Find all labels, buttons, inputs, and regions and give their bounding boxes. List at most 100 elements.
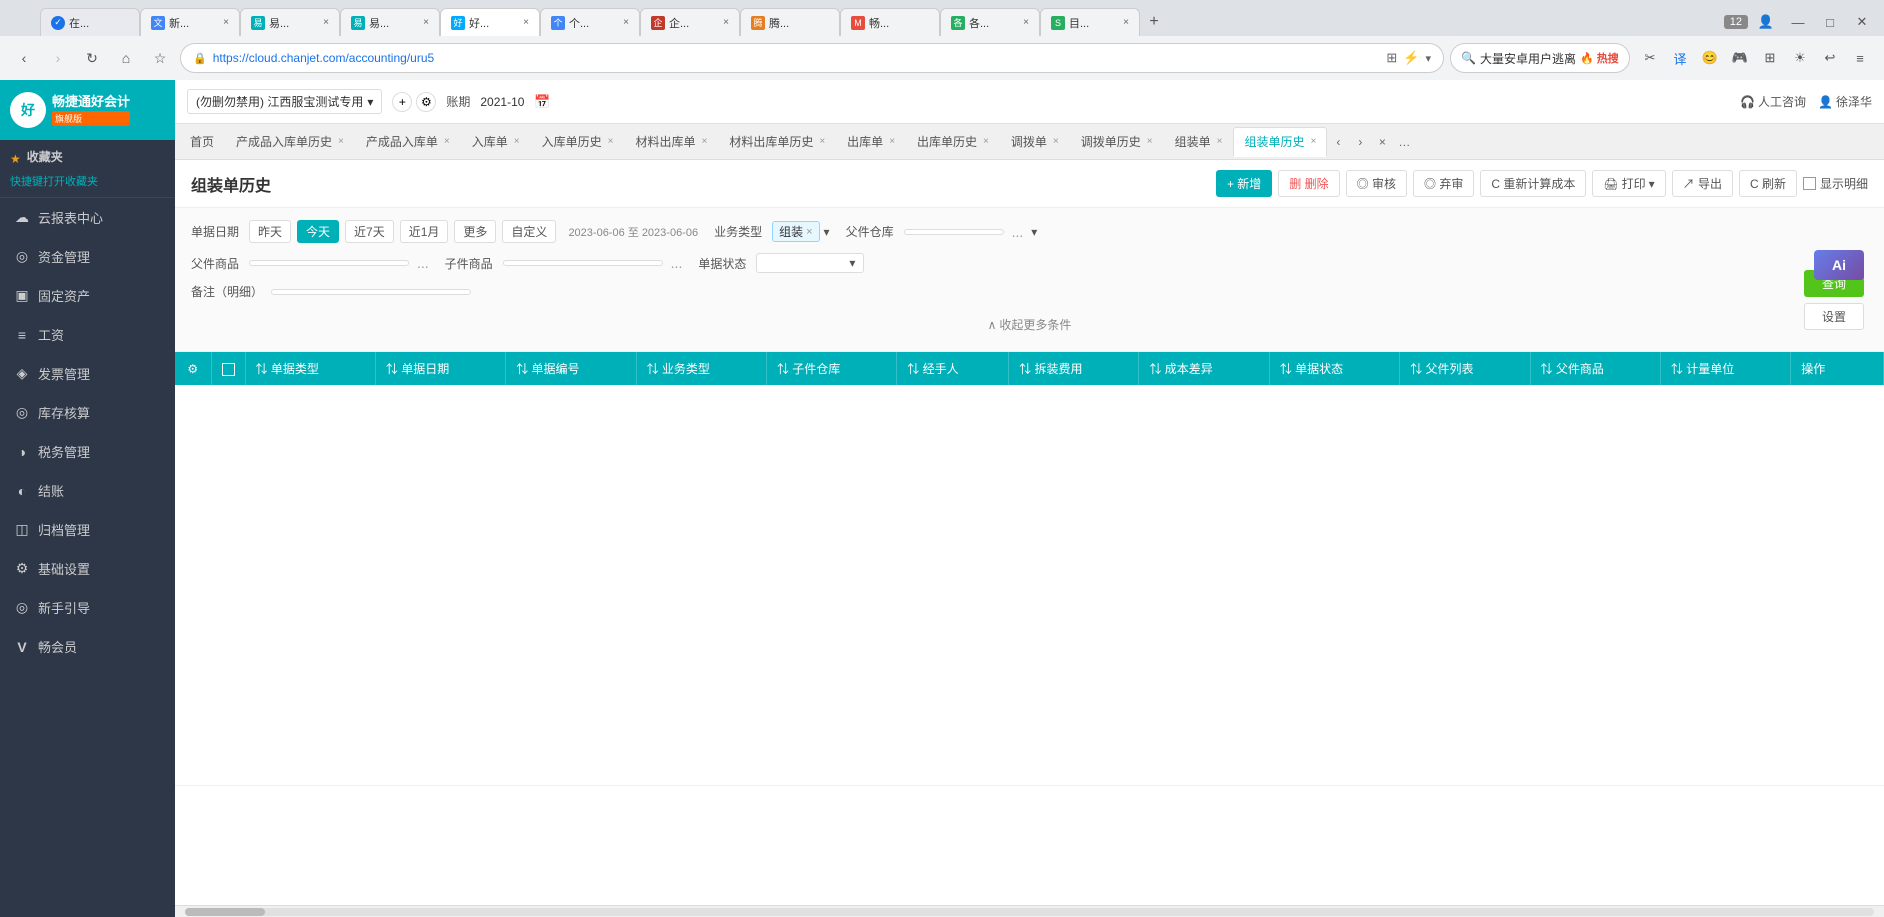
- th-handler[interactable]: ⇅ 经手人: [897, 352, 1009, 385]
- th-parent-goods[interactable]: ⇅ 父件商品: [1530, 352, 1660, 385]
- qr-icon[interactable]: ⊞: [1386, 50, 1397, 66]
- sidebar-item-guidang[interactable]: ◫ 归档管理: [0, 510, 175, 549]
- sidebar-item-xinshou[interactable]: ◎ 新手引导: [0, 588, 175, 627]
- th-biz-type[interactable]: ⇅ 业务类型: [636, 352, 766, 385]
- tab-close-chanpin-ruku[interactable]: ×: [444, 136, 450, 147]
- tab-close-cailiao-chuku-ls[interactable]: ×: [819, 136, 825, 147]
- th-disassemble-fee[interactable]: ⇅ 拆装费用: [1009, 352, 1139, 385]
- th-type[interactable]: ⇅ 单据类型: [245, 352, 375, 385]
- parent-goods-input[interactable]: [249, 260, 409, 266]
- tab-close-8[interactable]: ×: [523, 17, 529, 28]
- app-tab-cailiao-chuku-ls[interactable]: 材料出库单历史 ×: [718, 127, 836, 157]
- browser-tab-5[interactable]: 个 个... ×: [540, 8, 640, 36]
- address-bar[interactable]: 🔒 https://cloud.chanjet.com/accounting/u…: [180, 43, 1444, 73]
- add-button[interactable]: +: [392, 92, 412, 112]
- tab-more[interactable]: …: [1393, 131, 1415, 153]
- parent-wh-more[interactable]: ...: [1012, 224, 1024, 240]
- th-settings[interactable]: ⚙: [175, 352, 211, 385]
- new-tab-button[interactable]: +: [1140, 8, 1168, 36]
- th-parent-list[interactable]: ⇅ 父件列表: [1400, 352, 1530, 385]
- sidebar-item-gongzi[interactable]: ≡ 工资: [0, 315, 175, 354]
- date-yesterday[interactable]: 昨天: [249, 220, 291, 243]
- lightning-icon[interactable]: ⚡: [1403, 50, 1419, 66]
- th-bill-status[interactable]: ⇅ 单据状态: [1269, 352, 1399, 385]
- sidebar-item-shiwu[interactable]: ◑ 税务管理: [0, 432, 175, 471]
- status-select[interactable]: ▾: [756, 253, 864, 273]
- app-tab-cailiao-chuku[interactable]: 材料出库单 ×: [624, 127, 718, 157]
- minimize-icon[interactable]: —: [1784, 8, 1812, 36]
- parent-goods-dots[interactable]: ...: [417, 255, 429, 271]
- approve-button[interactable]: ◎ 审核: [1346, 170, 1407, 197]
- tab-close-5[interactable]: ×: [623, 17, 629, 28]
- delete-button[interactable]: 删 删除: [1278, 170, 1339, 197]
- collapse-button[interactable]: ∧ 收起更多条件: [191, 310, 1868, 339]
- company-selector[interactable]: (勿删勿禁用) 江西服宝测试专用 ▾: [187, 89, 382, 114]
- star-button[interactable]: ☆: [146, 44, 174, 72]
- tab-scroll-right[interactable]: ›: [1349, 131, 1371, 153]
- th-number[interactable]: ⇅ 单据编号: [506, 352, 636, 385]
- date-7days[interactable]: 近7天: [345, 220, 394, 243]
- date-more[interactable]: 更多: [454, 220, 496, 243]
- tab-close-6[interactable]: ×: [723, 17, 729, 28]
- service-button[interactable]: 🎧 人工咨询: [1740, 93, 1806, 110]
- browser-tab-4[interactable]: 易 易... ×: [340, 8, 440, 36]
- child-goods-input[interactable]: [503, 260, 663, 266]
- browser-tab-6[interactable]: 企 企... ×: [640, 8, 740, 36]
- tab-close-chuku[interactable]: ×: [889, 136, 895, 147]
- tab-close-11[interactable]: ×: [1023, 17, 1029, 28]
- refresh-button[interactable]: ↻: [78, 44, 106, 72]
- tab-close-all[interactable]: ×: [1371, 131, 1393, 153]
- date-today[interactable]: 今天: [297, 220, 339, 243]
- sidebar-item-guding[interactable]: ▣ 固定资产: [0, 276, 175, 315]
- query-settings-button[interactable]: 设置: [1804, 303, 1864, 330]
- cut-icon[interactable]: ✂: [1636, 44, 1664, 72]
- favorites-sub[interactable]: 快捷键打开收藏夹: [10, 173, 165, 189]
- back-button[interactable]: ‹: [10, 44, 38, 72]
- browser-tab-2[interactable]: 文 新... ×: [140, 8, 240, 36]
- app-tab-chanpin-ruku[interactable]: 产成品入库单 ×: [355, 127, 461, 157]
- game-icon[interactable]: 🎮: [1726, 44, 1754, 72]
- scroll-track[interactable]: [185, 908, 1874, 916]
- scroll-thumb[interactable]: [185, 908, 265, 916]
- tab-close-4[interactable]: ×: [423, 17, 429, 28]
- tab-close-ruku-ls[interactable]: ×: [608, 136, 614, 147]
- parent-wh-dropdown[interactable]: ▾: [1031, 225, 1037, 239]
- select-all-checkbox[interactable]: [222, 363, 235, 376]
- maximize-icon[interactable]: □: [1816, 8, 1844, 36]
- sidebar-item-jiezhang[interactable]: ◐ 结账: [0, 471, 175, 510]
- browser-tab-12[interactable]: S 目... ×: [1040, 8, 1140, 36]
- child-goods-dots[interactable]: ...: [671, 255, 683, 271]
- browser-tab-10[interactable]: M 畅...: [840, 8, 940, 36]
- emoji-icon[interactable]: 😊: [1696, 44, 1724, 72]
- app-tab-zuzhuang-ls[interactable]: 组装单历史 ×: [1233, 127, 1327, 157]
- export-button[interactable]: ↗ 导出: [1672, 170, 1733, 197]
- app-tab-zuzhuang[interactable]: 组装单 ×: [1164, 127, 1234, 157]
- browser-tab-8[interactable]: 好 好... ×: [440, 8, 540, 36]
- app-tab-home[interactable]: 首页: [179, 127, 225, 157]
- forward-button[interactable]: ›: [44, 44, 72, 72]
- tab-close-3[interactable]: ×: [323, 17, 329, 28]
- sidebar-item-kucun[interactable]: ◎ 库存核算: [0, 393, 175, 432]
- note-input[interactable]: [271, 289, 471, 295]
- sidebar-item-huiyuan[interactable]: V 畅会员: [0, 627, 175, 666]
- app-tab-tiaopan-ls[interactable]: 调拨单历史 ×: [1070, 127, 1164, 157]
- app-tab-chuku-ls[interactable]: 出库单历史 ×: [906, 127, 1000, 157]
- app-tab-ruku[interactable]: 入库单 ×: [461, 127, 531, 157]
- calendar-icon[interactable]: 📅: [534, 94, 550, 110]
- account-icon[interactable]: 👤: [1752, 8, 1780, 36]
- th-date[interactable]: ⇅ 单据日期: [375, 352, 505, 385]
- ai-badge[interactable]: Ai: [1814, 250, 1864, 280]
- tab-close-tiaopan-ls[interactable]: ×: [1147, 136, 1153, 147]
- close-window-icon[interactable]: ✕: [1848, 8, 1876, 36]
- tab-close-tiaopan[interactable]: ×: [1053, 136, 1059, 147]
- refresh-page-button[interactable]: C 刷新: [1739, 170, 1797, 197]
- tab-close-ruku[interactable]: ×: [514, 136, 520, 147]
- sun-icon[interactable]: ☀: [1786, 44, 1814, 72]
- bottom-scroll[interactable]: [175, 905, 1884, 917]
- browser-tab-1[interactable]: ✓ 在...: [40, 8, 140, 36]
- date-1month[interactable]: 近1月: [400, 220, 449, 243]
- print-dropdown[interactable]: ▾: [1649, 177, 1655, 191]
- biz-type-tag-close[interactable]: ×: [806, 226, 812, 238]
- app-tab-ruku-ls[interactable]: 入库单历史 ×: [531, 127, 625, 157]
- app-tab-tiaopan[interactable]: 调拨单 ×: [1000, 127, 1070, 157]
